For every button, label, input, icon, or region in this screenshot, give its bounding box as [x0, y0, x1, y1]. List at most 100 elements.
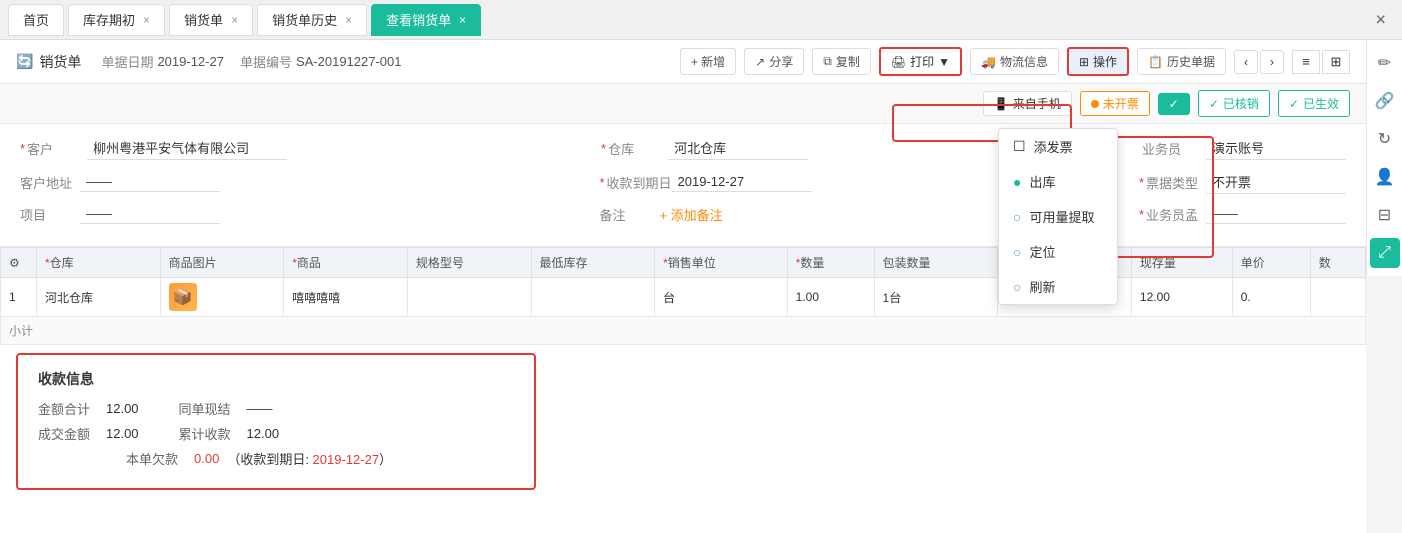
product-thumbnail: 📦 [169, 283, 197, 311]
cell-product: 嘻嘻嘻嘻 [284, 278, 408, 317]
doc-header: 🔄 销货单 单据日期 2019-12-27 单据编号 SA-20191227-0… [0, 40, 1366, 84]
print-button[interactable]: 🖨 打印 ▼ [879, 47, 962, 76]
sidebar-edit-icon[interactable]: ✏ [1370, 48, 1400, 78]
logistics-button[interactable]: 🚚 物流信息 [970, 48, 1059, 75]
history-icon: 📋 [1148, 55, 1163, 69]
print-label: 打印 [910, 53, 934, 70]
col-amount: 数 [1310, 248, 1365, 278]
dropdown-add-invoice[interactable]: ☐ 添发票 [999, 129, 1117, 164]
customer-value[interactable]: 柳州粤港平安气体有限公司 [87, 136, 287, 160]
cumulative-label: 累计收款 [179, 424, 239, 443]
outbound-label: 出库 [1029, 172, 1055, 191]
dropdown-outbound[interactable]: ● 出库 [999, 164, 1117, 199]
sidebar-refresh-icon[interactable]: ↻ [1370, 124, 1400, 154]
history-button[interactable]: 📋 历史单据 [1137, 48, 1226, 75]
cell-min-stock [531, 278, 655, 317]
sidebar-expand-icon[interactable]: ⤢ [1370, 238, 1400, 268]
copy-button[interactable]: ⧉ 复制 [812, 48, 871, 75]
payment-date-value[interactable]: 2019-12-27 [672, 172, 812, 192]
date-label: 单据日期 [101, 52, 153, 71]
copy-icon: ⧉ [823, 54, 832, 69]
sales-table: ⚙ *仓库 商品图片 *商品 规格型号 最低库存 *销售单位 *数量 包装数量 … [0, 247, 1366, 345]
receipt-title: 收款信息 [38, 369, 514, 389]
table-header-row: ⚙ *仓库 商品图片 *商品 规格型号 最低库存 *销售单位 *数量 包装数量 … [1, 248, 1366, 278]
transaction-item: 成交金额 12.00 [38, 424, 139, 443]
project-value: —— [80, 204, 220, 224]
transaction-value: 12.00 [106, 426, 139, 441]
right-sidebar: ✏ 🔗 ↻ 👤 ⊟ ⤢ [1366, 40, 1402, 276]
project-field: 项目 —— [20, 204, 559, 224]
logistics-label: 物流信息 [1000, 53, 1048, 70]
operation-label: 操作 [1093, 53, 1117, 70]
cell-amount [1310, 278, 1365, 317]
ticket-type-value[interactable]: 不开票 [1206, 170, 1346, 194]
not-opened-button[interactable]: 未开票 [1080, 91, 1150, 116]
col-stock: 现存量 [1131, 248, 1232, 278]
operation-button[interactable]: ⊞ 操作 [1067, 47, 1129, 76]
confirm-button[interactable]: ✓ [1158, 93, 1190, 115]
total-amount-value: 12.00 [106, 401, 139, 416]
toolbar-right: + 新增 ↗ 分享 ⧉ 复制 🖨 打印 ▼ 🚚 物流信 [680, 47, 1350, 76]
list-view-btn[interactable]: ≡ [1292, 50, 1320, 74]
available-icon: ○ [1013, 209, 1021, 225]
dropdown-refresh[interactable]: ○ 刷新 [999, 269, 1117, 304]
tab-sales[interactable]: 销货单 × [169, 4, 253, 36]
tab-bar: 首页 库存期初 × 销货单 × 销货单历史 × 查看销货单 × × [0, 0, 1402, 40]
window-close-button[interactable]: × [1375, 9, 1386, 30]
sales-staff-field: * 业务员孟 —— [1139, 204, 1346, 224]
total-amount-label: 金额合计 [38, 399, 98, 418]
add-button[interactable]: + 新增 [680, 48, 736, 75]
dropdown-available-qty[interactable]: ○ 可用量提取 [999, 199, 1117, 234]
sales-staff-value: —— [1206, 204, 1346, 224]
col-min-stock: 最低库存 [531, 248, 655, 278]
prev-arrow[interactable]: ‹ [1234, 50, 1258, 74]
share-button[interactable]: ↗ 分享 [744, 48, 804, 75]
tab-history-close[interactable]: × [345, 13, 352, 27]
warehouse-value[interactable]: 河北仓库 [668, 136, 808, 160]
tab-sales-close[interactable]: × [231, 13, 238, 27]
warehouse-label: 仓库 [608, 139, 668, 158]
cumulative-item: 累计收款 12.00 [179, 424, 280, 443]
cumulative-value: 12.00 [247, 426, 280, 441]
ticket-type-field: * 票据类型 不开票 [1139, 170, 1346, 194]
refresh-icon: ○ [1013, 279, 1021, 295]
cell-warehouse: 河北仓库 [37, 278, 161, 317]
next-arrow[interactable]: › [1260, 50, 1284, 74]
staff-label: 业务员 [1142, 139, 1202, 158]
tab-view-sales[interactable]: 查看销货单 × [371, 4, 481, 36]
col-unit: *销售单位 [655, 248, 788, 278]
staff-value[interactable]: 演示账号 [1206, 136, 1346, 160]
col-settings[interactable]: ⚙ [1, 248, 37, 278]
sold-button[interactable]: ✓ 已核销 [1198, 90, 1270, 117]
form-area: * 客户 柳州粤港平安气体有限公司 * 仓库 河北仓库 业务员 演示账号 [0, 124, 1366, 246]
dropdown-locate[interactable]: ○ 定位 [999, 234, 1117, 269]
tab-view-sales-close[interactable]: × [459, 13, 466, 27]
effective-icon: ✓ [1289, 97, 1299, 111]
sold-label: 已核销 [1223, 95, 1259, 112]
payment-date-label: 收款到期日 [607, 173, 672, 192]
add-note-button[interactable]: + 添加备注 [659, 205, 722, 224]
staff-field: 业务员 演示账号 [1142, 136, 1346, 160]
customer-label: 客户 [27, 139, 87, 158]
sidebar-user-icon[interactable]: 👤 [1370, 162, 1400, 192]
table-container: ⚙ *仓库 商品图片 *商品 规格型号 最低库存 *销售单位 *数量 包装数量 … [0, 246, 1366, 345]
sidebar-table-icon[interactable]: ⊟ [1370, 200, 1400, 230]
sidebar-link-icon[interactable]: 🔗 [1370, 86, 1400, 116]
addr-label: 客户地址 [20, 173, 80, 192]
grid-view-btn[interactable]: ⊞ [1322, 50, 1350, 74]
available-qty-label: 可用量提取 [1029, 207, 1094, 226]
from-mobile-button[interactable]: 📱 来自手机 [983, 91, 1072, 116]
from-mobile-label: 来自手机 [1013, 95, 1061, 112]
tab-inventory[interactable]: 库存期初 × [68, 4, 165, 36]
cell-index: 1 [1, 278, 37, 317]
arrears-value: 0.00 [194, 451, 219, 466]
addr-value[interactable]: —— [80, 172, 220, 192]
form-row-2: 客户地址 —— * 收款到期日 2019-12-27 * 票据类型 不开票 [20, 170, 1346, 194]
effective-button[interactable]: ✓ 已生效 [1278, 90, 1350, 117]
cell-stock: 12.00 [1131, 278, 1232, 317]
tab-inventory-close[interactable]: × [143, 13, 150, 27]
history-label: 历史单据 [1167, 53, 1215, 70]
number-value: SA-20191227-001 [296, 54, 402, 69]
tab-home[interactable]: 首页 [8, 4, 64, 36]
tab-history[interactable]: 销货单历史 × [257, 4, 367, 36]
